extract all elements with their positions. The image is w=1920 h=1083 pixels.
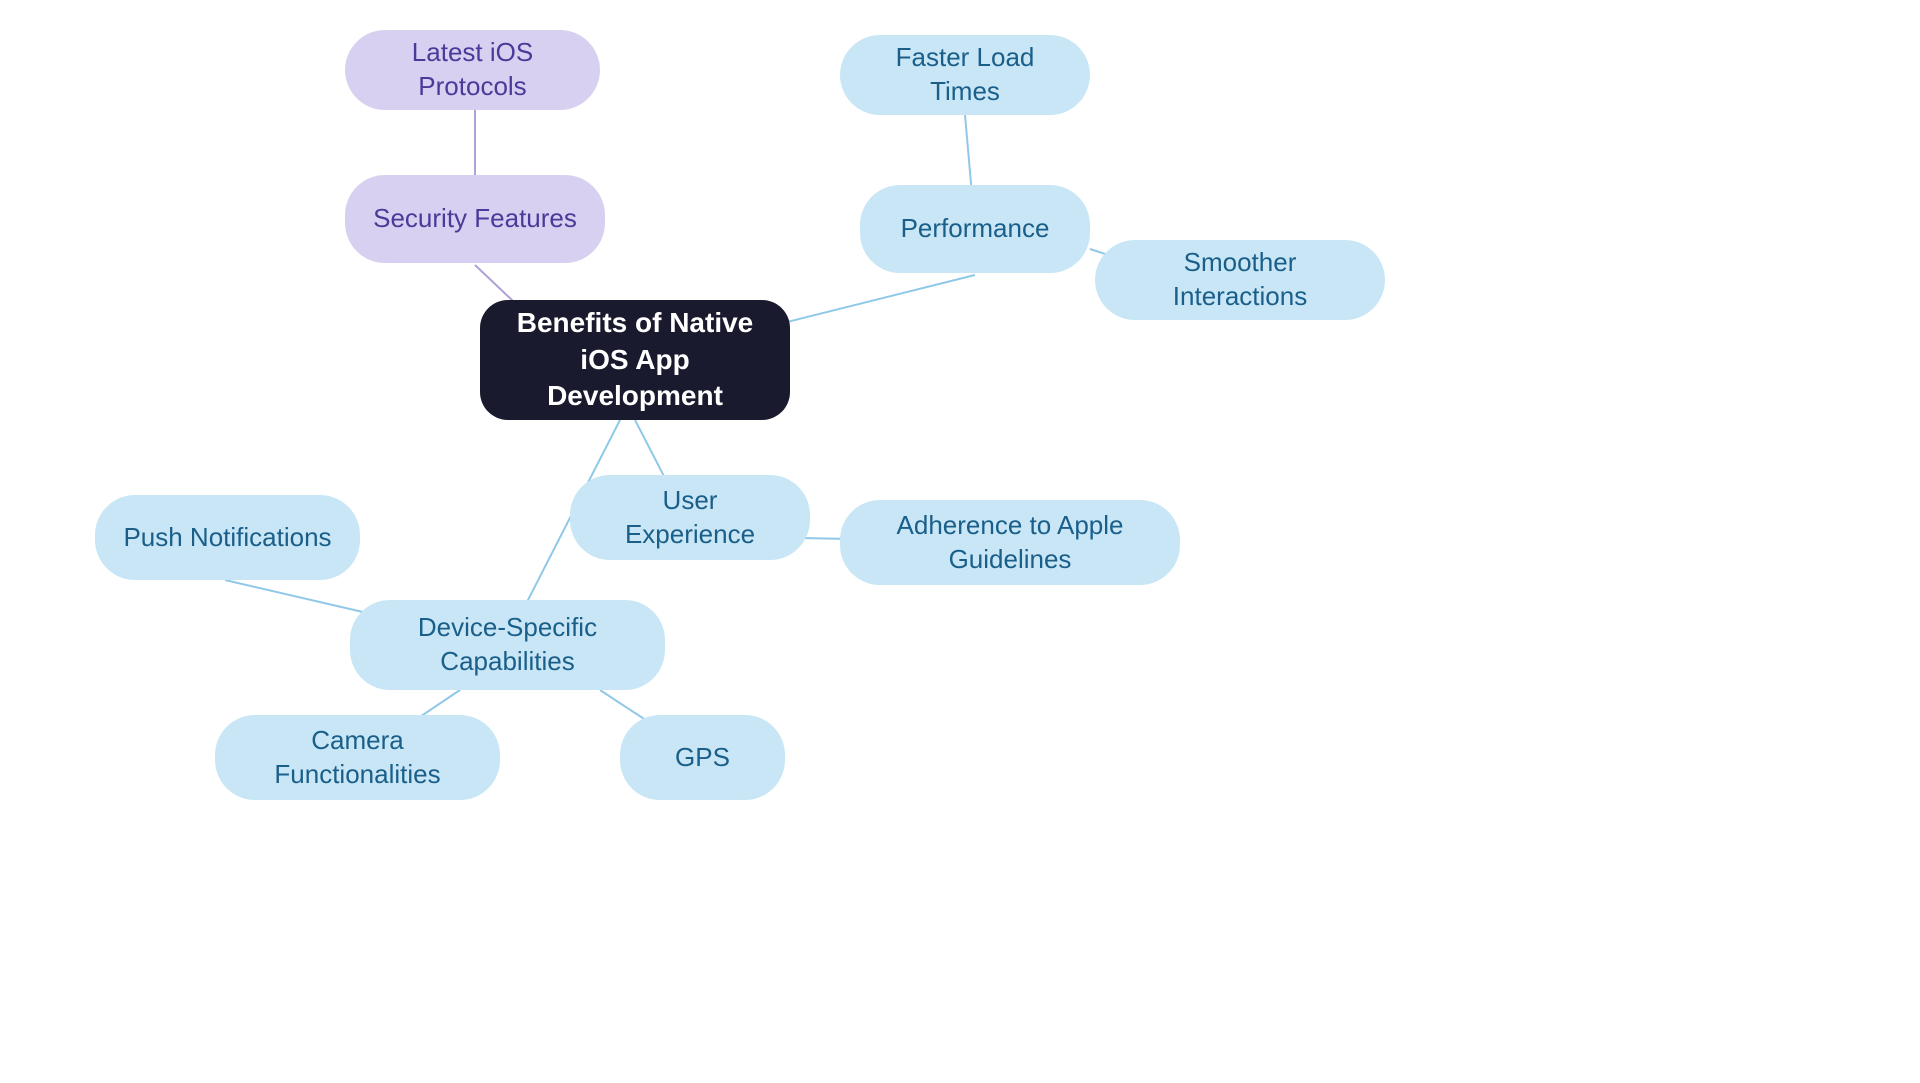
- security-features-node[interactable]: Security Features: [345, 175, 605, 263]
- adherence-label: Adherence to Apple Guidelines: [868, 509, 1152, 577]
- security-features-label: Security Features: [373, 202, 577, 236]
- user-experience-label: User Experience: [598, 484, 782, 552]
- faster-load-label: Faster Load Times: [868, 41, 1062, 109]
- push-notifications-node[interactable]: Push Notifications: [95, 495, 360, 580]
- latest-ios-node[interactable]: Latest iOS Protocols: [345, 30, 600, 110]
- user-experience-node[interactable]: User Experience: [570, 475, 810, 560]
- adherence-node[interactable]: Adherence to Apple Guidelines: [840, 500, 1180, 585]
- center-node[interactable]: Benefits of Native iOS App Development: [480, 300, 790, 420]
- camera-label: Camera Functionalities: [243, 724, 472, 792]
- push-notifications-label: Push Notifications: [123, 521, 331, 555]
- device-capabilities-label: Device-Specific Capabilities: [378, 611, 637, 679]
- smoother-interactions-label: Smoother Interactions: [1123, 246, 1357, 314]
- smoother-interactions-node[interactable]: Smoother Interactions: [1095, 240, 1385, 320]
- latest-ios-label: Latest iOS Protocols: [373, 36, 572, 104]
- faster-load-node[interactable]: Faster Load Times: [840, 35, 1090, 115]
- gps-node[interactable]: GPS: [620, 715, 785, 800]
- gps-label: GPS: [675, 741, 730, 775]
- device-capabilities-node[interactable]: Device-Specific Capabilities: [350, 600, 665, 690]
- camera-functionalities-node[interactable]: Camera Functionalities: [215, 715, 500, 800]
- center-label: Benefits of Native iOS App Development: [508, 305, 762, 414]
- performance-label: Performance: [901, 212, 1050, 246]
- performance-node[interactable]: Performance: [860, 185, 1090, 273]
